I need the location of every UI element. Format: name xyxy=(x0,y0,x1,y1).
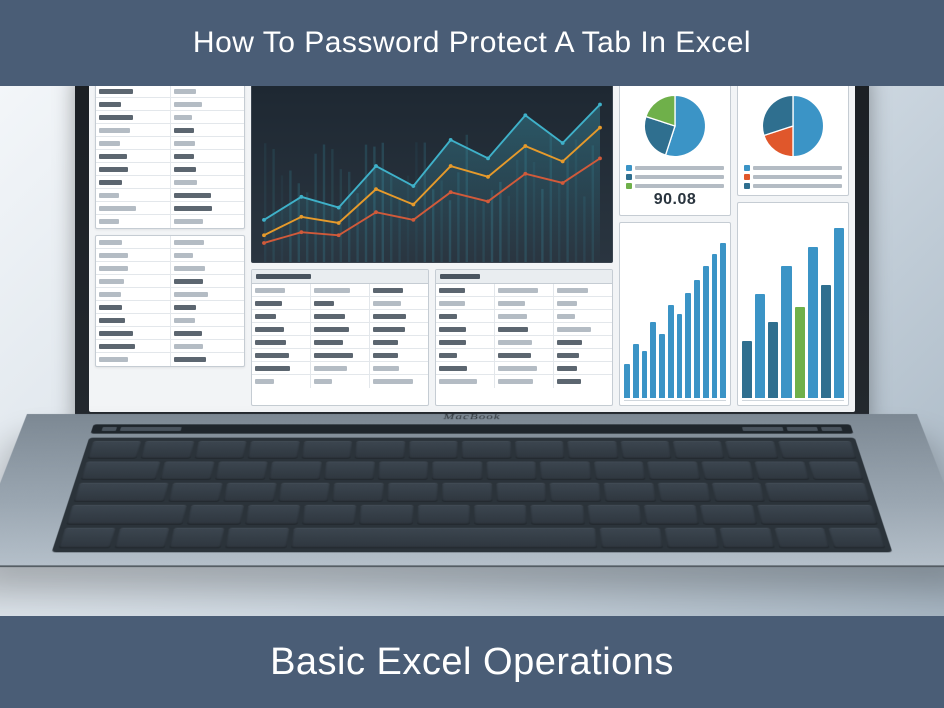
stat-value: 90.08 xyxy=(626,191,724,209)
pie-chart-2-panel xyxy=(737,86,849,196)
data-grid-upper xyxy=(95,86,245,229)
touch-bar xyxy=(91,424,854,433)
pie-chart-1-panel: 90.08 xyxy=(619,86,731,216)
bar-chart-1 xyxy=(619,222,731,406)
subtitle-banner: Basic Excel Operations xyxy=(0,616,944,708)
data-grid-lower xyxy=(95,235,245,367)
mini-table-2 xyxy=(435,269,613,406)
pie-2-legend xyxy=(744,165,842,189)
pie-1-legend xyxy=(626,165,724,189)
center-tables xyxy=(251,269,613,406)
subtitle-text: Basic Excel Operations xyxy=(270,641,674,683)
laptop-illustration: 90.08 xyxy=(27,86,917,616)
laptop-screen-frame: 90.08 xyxy=(75,86,869,418)
laptop-deck: MacBook xyxy=(0,414,944,567)
pie-chart-1 xyxy=(640,91,710,161)
laptop-brand-label: MacBook xyxy=(443,411,500,421)
line-chart-panel xyxy=(251,86,613,263)
keyboard xyxy=(52,438,893,553)
mini-table-header xyxy=(436,270,612,284)
title-banner: How To Password Protect A Tab In Excel xyxy=(0,0,944,86)
bar-chart-2 xyxy=(737,202,849,406)
pie-chart-2 xyxy=(758,91,828,161)
right-column: 90.08 xyxy=(619,86,849,406)
mini-table-1 xyxy=(251,269,429,406)
title-text: How To Password Protect A Tab In Excel xyxy=(193,26,751,59)
left-data-column xyxy=(95,86,245,406)
dashboard-screen: 90.08 xyxy=(89,86,855,412)
center-column xyxy=(251,86,613,406)
line-chart-svg xyxy=(252,86,612,262)
mini-table-header xyxy=(252,270,428,284)
hero-scene: 90.08 xyxy=(0,86,944,616)
